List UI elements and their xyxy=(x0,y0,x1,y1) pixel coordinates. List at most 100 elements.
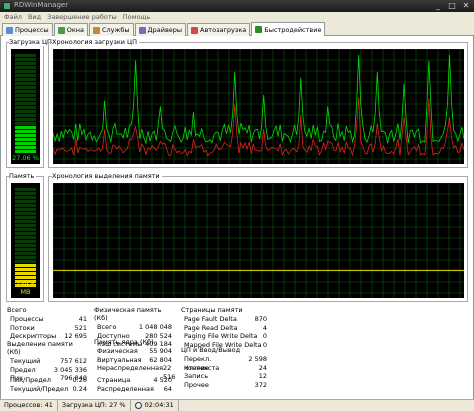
gauge-segment xyxy=(15,106,36,109)
memory-history-label: Хронология выделения памяти xyxy=(52,172,162,180)
stat-row: Предел 3 045 336 xyxy=(7,366,87,375)
stat-label: Текущий/Предел xyxy=(10,384,69,393)
stat-row: Page Read Delta 4 xyxy=(181,324,267,333)
stat-label: Page Read Delta xyxy=(184,323,238,332)
stat-row: Процессы 41 xyxy=(7,315,87,324)
windows-icon xyxy=(57,26,65,34)
cpu-usage-value: 27.06 % xyxy=(12,154,39,162)
stat-row: Запись 12 xyxy=(181,372,267,381)
tab-drivers[interactable]: Драйверы xyxy=(134,23,187,36)
stat-row: Нераспределенная 22 516 xyxy=(94,364,175,381)
tab-performance[interactable]: Быстродействие xyxy=(251,22,326,36)
stat-value: 372 xyxy=(254,380,267,389)
cpu-usage-gauge: 27.06 % xyxy=(11,49,40,164)
gauge-segment xyxy=(15,268,36,271)
stat-value: 0 xyxy=(262,332,267,340)
stat-label: Прочее xyxy=(184,380,209,389)
stat-value: 64 xyxy=(163,384,172,393)
stat-label: Процессы xyxy=(10,315,44,323)
gauge-segment xyxy=(15,146,36,149)
gauge-segment xyxy=(15,284,36,287)
gauge-segment xyxy=(15,122,36,125)
pages-header: Страницы памяти xyxy=(181,306,243,314)
clock-icon xyxy=(134,402,142,409)
drivers-icon xyxy=(138,26,146,34)
kernel-memory-group: Память ядра (Кб) Физическая 55 904 Виртуа… xyxy=(94,338,175,381)
stat-value: 870 xyxy=(254,315,267,323)
gauge-segment xyxy=(15,130,36,133)
stat-row: Перекл. контекста 2 598 xyxy=(181,355,267,372)
stat-value: 62 804 xyxy=(149,355,172,364)
gauge-segment xyxy=(15,204,36,207)
stat-value: 55 904 xyxy=(149,347,172,355)
tab-services[interactable]: Службы xyxy=(88,23,134,36)
gauge-segment xyxy=(15,216,36,219)
gauge-segment xyxy=(15,66,36,69)
menu-shutdown[interactable]: Завершение работы xyxy=(47,12,117,22)
gauge-segment xyxy=(15,82,36,85)
stat-value: 0.24 xyxy=(72,384,87,393)
status-processes: Процессов: 41 xyxy=(0,400,58,411)
memory-gauge-label: Память xyxy=(9,172,37,180)
tab-autorun[interactable]: Автозагрузка xyxy=(187,23,251,36)
stat-label: Paging File Write Delta xyxy=(184,332,258,340)
stat-row: Текущий 757 612 xyxy=(7,357,87,366)
gauge-segment xyxy=(15,276,36,279)
kernel-header: Память ядра (Кб) xyxy=(94,338,154,346)
gauge-segment xyxy=(15,98,36,101)
minimize-button[interactable]: _ xyxy=(432,1,444,11)
tab-label: Драйверы xyxy=(147,26,183,34)
tab-windows[interactable]: Окна xyxy=(53,23,88,36)
stat-label: Предел xyxy=(10,365,36,374)
gauge-segment xyxy=(15,86,36,89)
stat-row: Потоки 521 xyxy=(7,324,87,333)
gauge-segment xyxy=(15,212,36,215)
menu-bar: Файл Вид Завершение работы Помощь xyxy=(0,12,474,22)
stat-label: Запись xyxy=(184,372,209,380)
close-button[interactable]: ✕ xyxy=(460,1,472,11)
stat-row: Paging File Write Delta 0 xyxy=(181,332,267,341)
gauge-segment xyxy=(15,110,36,113)
gauge-segment xyxy=(15,272,36,275)
gauge-segment xyxy=(15,200,36,203)
gauge-segment xyxy=(15,252,36,255)
stat-row: Всего 1 048 048 xyxy=(94,323,172,332)
menu-file[interactable]: Файл xyxy=(4,12,22,22)
stat-row: Виртуальная 62 804 xyxy=(94,356,172,365)
stat-row: Page Fault Delta 870 xyxy=(181,315,267,324)
gauge-segment xyxy=(15,224,36,227)
stat-row: Пик/Предел 0.26 xyxy=(7,376,87,385)
tab-label: Службы xyxy=(101,26,130,34)
gauge-segment xyxy=(15,236,36,239)
menu-view[interactable]: Вид xyxy=(28,12,41,22)
gauge-segment xyxy=(15,228,36,231)
gauge-segment xyxy=(15,94,36,97)
stat-row: Чтение 24 xyxy=(181,364,267,373)
gauge-segment xyxy=(15,196,36,199)
stat-value: 3 045 336 xyxy=(53,365,87,374)
gauge-segment xyxy=(15,58,36,61)
menu-help[interactable]: Помощь xyxy=(123,12,151,22)
tab-label: Быстродействие xyxy=(264,25,322,34)
gauge-segment xyxy=(15,280,36,283)
stat-value: 4 xyxy=(262,323,267,332)
status-time: 02:04:31 xyxy=(144,401,174,409)
memory-pages-group: Страницы памяти Page Fault Delta 870 Page… xyxy=(181,306,267,349)
tab-label: Окна xyxy=(66,26,84,34)
stat-label: Виртуальная xyxy=(97,355,142,364)
maximize-button[interactable]: □ xyxy=(446,1,458,11)
stat-row: Страница 4 520 xyxy=(94,376,172,385)
gauge-segment xyxy=(15,220,36,223)
stat-label: Всего xyxy=(97,323,117,331)
gauge-segment xyxy=(15,118,36,121)
stat-label: Чтение xyxy=(184,363,209,372)
stat-label: Текущий xyxy=(10,357,41,365)
stat-label: Страница xyxy=(97,376,131,384)
status-clock: 02:04:31 xyxy=(131,400,179,411)
tab-processes[interactable]: Процессы xyxy=(2,23,53,36)
gauge-segment xyxy=(15,208,36,211)
gauge-segment xyxy=(15,78,36,81)
stat-row: Физическая 55 904 xyxy=(94,347,172,356)
gauge-segment xyxy=(15,102,36,105)
gauge-segment xyxy=(15,150,36,153)
